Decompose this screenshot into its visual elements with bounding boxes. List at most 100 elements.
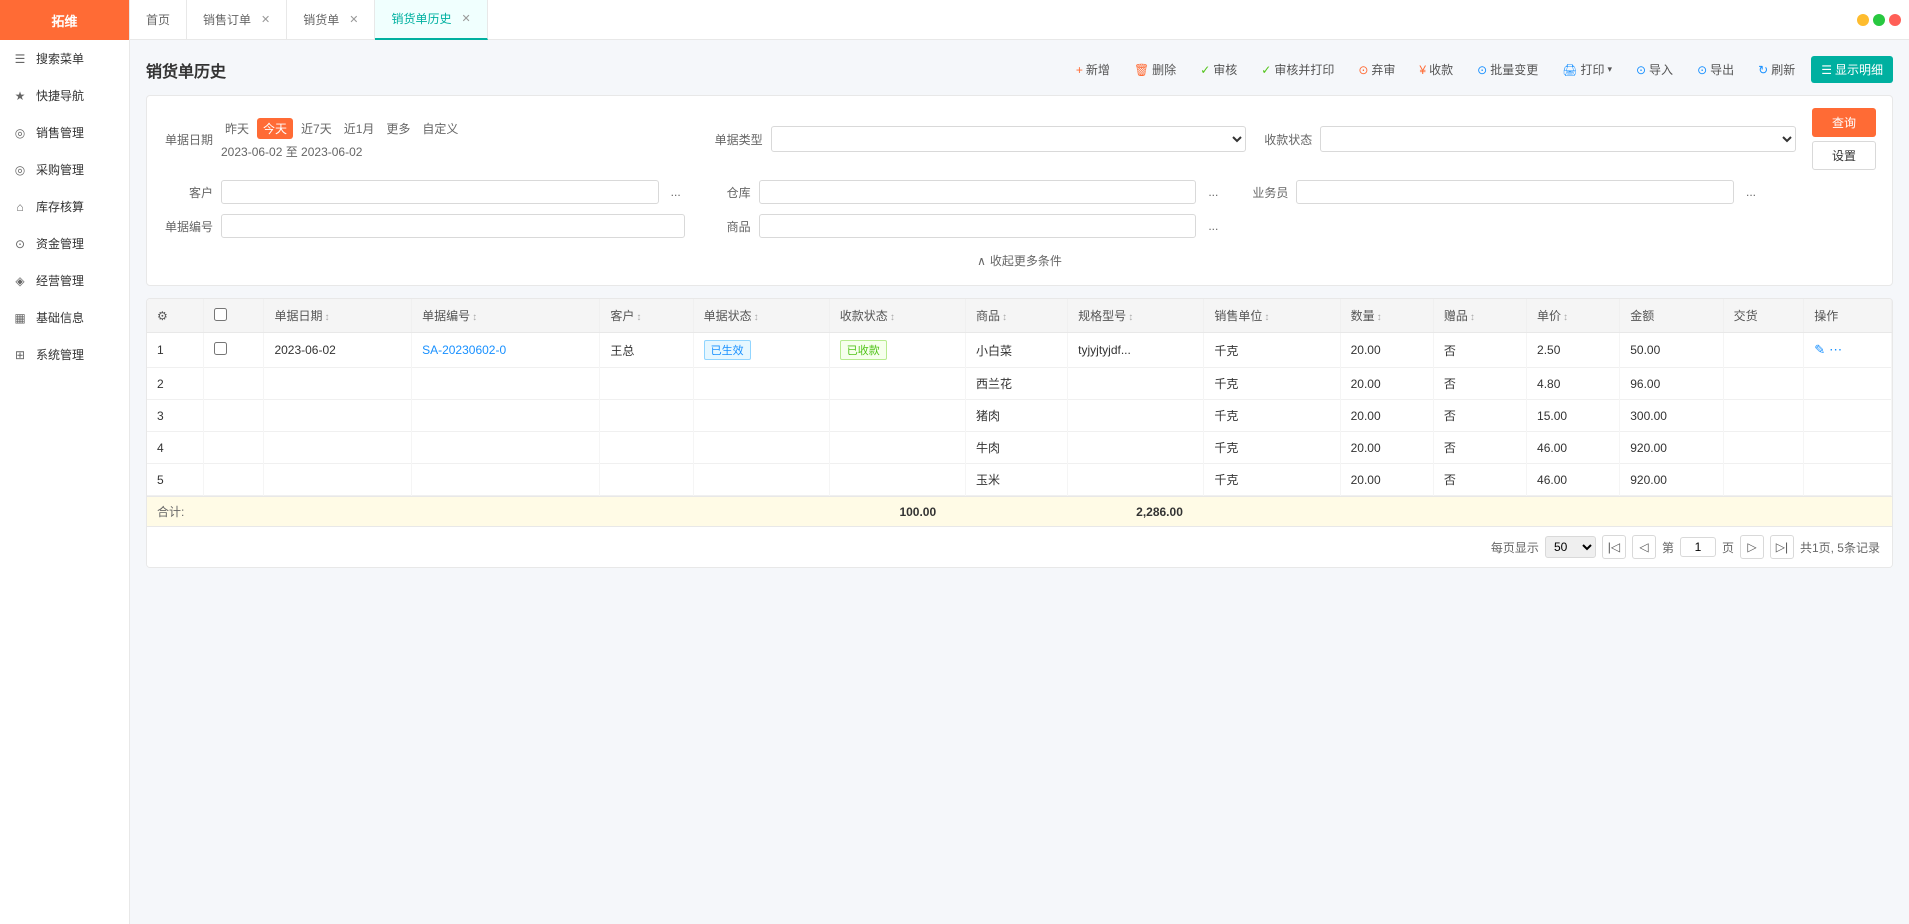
tab-sales-history-close[interactable]: ✕ — [462, 12, 471, 25]
inventory-icon: ⌂ — [12, 199, 28, 215]
sidebar-item-basic-info[interactable]: ▦ 基础信息 — [0, 299, 129, 336]
collapse-button[interactable]: ∧ 收起更多条件 — [163, 248, 1876, 273]
sort-docstatus-icon: ↕ — [754, 312, 759, 323]
audit-button[interactable]: ✓ 审核 — [1192, 57, 1245, 82]
query-button[interactable]: 查询 — [1812, 108, 1876, 137]
filter-type-select[interactable] — [771, 126, 1247, 152]
table-body: 1 2023-06-02 SA-20230602-0 王总 已生效 已收款 小白… — [147, 333, 1892, 496]
goods-ellipsis-btn[interactable]: ... — [1204, 219, 1222, 233]
row-checkbox-1[interactable] — [203, 333, 264, 368]
filter-row-3: 单据编号 商品 ... — [163, 214, 1876, 238]
filter-staff-input[interactable] — [1296, 180, 1734, 204]
sidebar-item-label: 销售管理 — [36, 124, 84, 141]
col-unit[interactable]: 销售单位↕ — [1204, 299, 1340, 333]
date-link-today[interactable]: 今天 — [257, 118, 293, 139]
collect-button[interactable]: ¥ 收款 — [1411, 57, 1461, 82]
edit-icon-1[interactable]: ✎ — [1814, 342, 1825, 358]
tab-sales-order[interactable]: 销售订单 ✕ — [187, 0, 287, 40]
col-settings[interactable]: ⚙ — [147, 299, 203, 333]
refresh-button[interactable]: ↻ 刷新 — [1750, 57, 1803, 82]
filter-docnum-input[interactable] — [221, 214, 685, 238]
table-header: ⚙ 单据日期↕ 单据编号↕ 客户↕ 单据状态↕ 收款状态↕ 商品↕ 规格型号↕ … — [147, 299, 1892, 333]
print-button[interactable]: 🖨 打印 ▾ — [1554, 57, 1620, 82]
table-row: 5 玉米 千克 20.00 否 46.00 — [147, 464, 1892, 496]
sidebar-item-sales-mgmt[interactable]: ◎ 销售管理 — [0, 114, 129, 151]
date-link-more[interactable]: 更多 — [382, 118, 414, 139]
sidebar-item-finance-mgmt[interactable]: ⊙ 资金管理 — [0, 225, 129, 262]
win-maximize-btn[interactable] — [1873, 14, 1885, 26]
collapse-icon: ∧ — [977, 254, 986, 268]
sidebar-item-quick-nav[interactable]: ★ 快捷导航 — [0, 77, 129, 114]
tab-sales-delivery-close[interactable]: ✕ — [349, 13, 358, 26]
page-next-btn[interactable]: ▷ — [1740, 535, 1764, 559]
page-first-btn[interactable]: |◁ — [1602, 535, 1626, 559]
warehouse-ellipsis-btn[interactable]: ... — [1204, 185, 1222, 199]
show-detail-button[interactable]: ☰ 显示明细 — [1811, 56, 1893, 83]
export-button[interactable]: ⊙ 导出 — [1689, 57, 1742, 82]
col-goods[interactable]: 商品↕ — [966, 299, 1068, 333]
col-date[interactable]: 单据日期↕ — [264, 299, 412, 333]
row-price-1: 2.50 — [1527, 333, 1620, 368]
date-link-7days[interactable]: 近7天 — [297, 118, 336, 139]
col-doc-status[interactable]: 单据状态↕ — [693, 299, 829, 333]
date-link-1month[interactable]: 近1月 — [340, 118, 379, 139]
row-num-5: 5 — [147, 464, 203, 496]
date-range-display: 2023-06-02 至 2023-06-02 — [221, 143, 462, 160]
filter-warehouse-input[interactable] — [759, 180, 1197, 204]
col-doc-num[interactable]: 单据编号↕ — [412, 299, 600, 333]
tab-sales-history[interactable]: 销货单历史 ✕ — [375, 0, 487, 40]
page-last-btn[interactable]: ▷| — [1770, 535, 1794, 559]
filter-row-1: 单据日期 昨天 今天 近7天 近1月 更多 自定义 2023-06-02 至 2… — [163, 108, 1876, 170]
filter-customer-input[interactable] — [221, 180, 659, 204]
window-controls — [1857, 14, 1909, 26]
col-checkbox[interactable] — [203, 299, 264, 333]
purchase-icon: ◎ — [12, 162, 28, 178]
col-qty[interactable]: 数量↕ — [1340, 299, 1433, 333]
sidebar-item-purchase-mgmt[interactable]: ◎ 采购管理 — [0, 151, 129, 188]
date-link-custom[interactable]: 自定义 — [418, 118, 462, 139]
sidebar-item-search-menu[interactable]: ☰ 搜索菜单 — [0, 40, 129, 77]
col-collect-status[interactable]: 收款状态↕ — [829, 299, 965, 333]
filter-goods-item: 商品 ... — [701, 214, 1223, 238]
tab-sales-delivery[interactable]: 销货单 ✕ — [287, 0, 375, 40]
col-price[interactable]: 单价↕ — [1527, 299, 1620, 333]
row-qty-2: 20.00 — [1340, 368, 1433, 400]
filter-goods-input[interactable] — [759, 214, 1197, 238]
filter-settings-button[interactable]: 设置 — [1812, 141, 1876, 170]
row-qty-3: 20.00 — [1340, 400, 1433, 432]
sidebar-item-inventory[interactable]: ⌂ 库存核算 — [0, 188, 129, 225]
tab-sales-order-close[interactable]: ✕ — [261, 13, 270, 26]
sidebar-item-system-mgmt[interactable]: ⊞ 系统管理 — [0, 336, 129, 373]
add-button[interactable]: + 新增 — [1068, 57, 1118, 82]
date-link-yesterday[interactable]: 昨天 — [221, 118, 253, 139]
sort-docnum-icon: ↕ — [472, 312, 477, 323]
filter-customer-item: 客户 ... — [163, 180, 685, 204]
page-prev-btn[interactable]: ◁ — [1632, 535, 1656, 559]
tab-home[interactable]: 首页 — [130, 0, 187, 40]
row-docnum-1[interactable]: SA-20230602-0 — [412, 333, 600, 368]
sidebar-item-operations-mgmt[interactable]: ◈ 经营管理 — [0, 262, 129, 299]
sidebar: 拓维 ☰ 搜索菜单 ★ 快捷导航 ◎ 销售管理 ◎ 采购管理 ⌂ 库存核算 ⊙ … — [0, 0, 130, 924]
import-button[interactable]: ⊙ 导入 — [1628, 57, 1681, 82]
win-close-btn[interactable] — [1889, 14, 1901, 26]
row-unit-2: 千克 — [1204, 368, 1340, 400]
more-icon-1[interactable]: ⋯ — [1829, 342, 1842, 358]
page-input[interactable] — [1680, 537, 1716, 557]
audit-print-button[interactable]: ✓ 审核并打印 — [1253, 57, 1342, 82]
row-price-5: 46.00 — [1527, 464, 1620, 496]
win-minimize-btn[interactable] — [1857, 14, 1869, 26]
delete-button[interactable]: 🗑 删除 — [1126, 57, 1184, 82]
customer-ellipsis-btn[interactable]: ... — [667, 185, 685, 199]
page-size-select[interactable]: 20 50 100 — [1545, 536, 1596, 558]
select-all-checkbox[interactable] — [214, 308, 227, 321]
filter-collect-select[interactable] — [1320, 126, 1796, 152]
staff-ellipsis-btn[interactable]: ... — [1742, 185, 1760, 199]
col-customer[interactable]: 客户↕ — [600, 299, 693, 333]
batch-change-button[interactable]: ⊙ 批量变更 — [1469, 57, 1546, 82]
col-gift[interactable]: 赠品↕ — [1433, 299, 1526, 333]
col-spec[interactable]: 规格型号↕ — [1068, 299, 1204, 333]
basic-icon: ▦ — [12, 310, 28, 326]
abandon-button[interactable]: ⊙ 弃审 — [1350, 57, 1403, 82]
sidebar-item-label: 快捷导航 — [36, 87, 84, 104]
table-wrapper: ⚙ 单据日期↕ 单据编号↕ 客户↕ 单据状态↕ 收款状态↕ 商品↕ 规格型号↕ … — [147, 299, 1892, 496]
